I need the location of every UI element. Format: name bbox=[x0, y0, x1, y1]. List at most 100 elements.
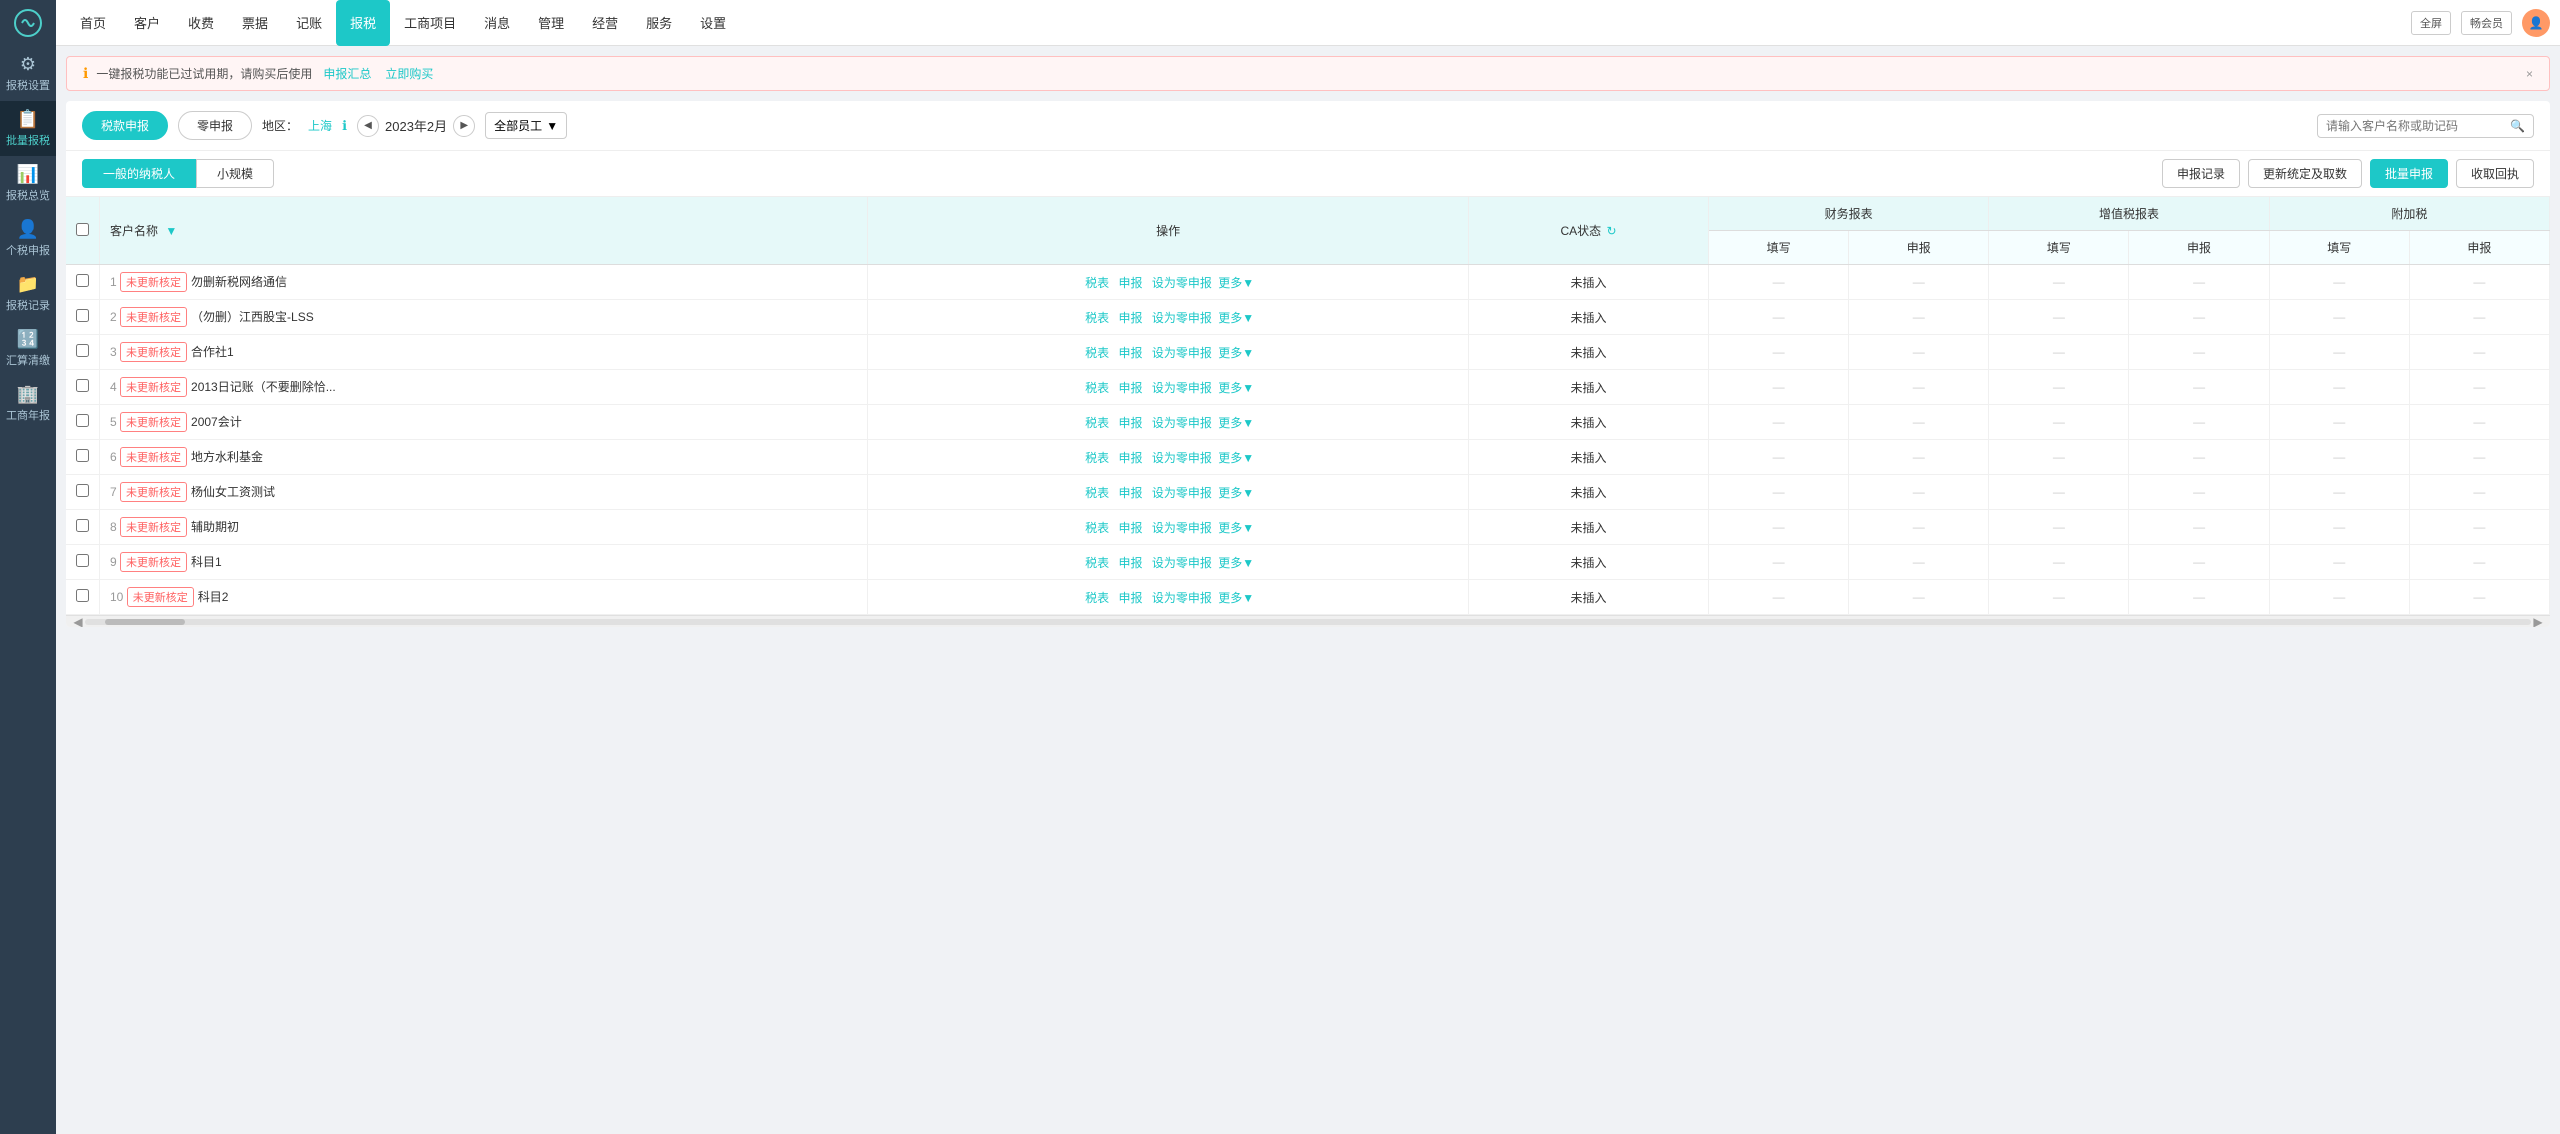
scrollbar-track[interactable] bbox=[85, 619, 2531, 625]
row-checkbox[interactable] bbox=[76, 519, 89, 532]
op-btn-1[interactable]: 申报 bbox=[1119, 591, 1143, 605]
select-all-checkbox[interactable] bbox=[76, 223, 89, 236]
op-btn-0[interactable]: 税表 bbox=[1085, 591, 1109, 605]
date-next-button[interactable]: ▶ bbox=[453, 115, 475, 137]
nav-biz[interactable]: 工商项目 bbox=[390, 0, 470, 46]
val-cell-1: — bbox=[1849, 335, 1989, 370]
avatar[interactable]: 👤 bbox=[2522, 9, 2550, 37]
ca-refresh-icon[interactable]: ↻ bbox=[1607, 224, 1617, 238]
op-btn-0[interactable]: 税表 bbox=[1085, 381, 1109, 395]
row-checkbox[interactable] bbox=[76, 309, 89, 322]
op-btn-2[interactable]: 设为零申报 bbox=[1152, 381, 1212, 395]
op-btn-1[interactable]: 申报 bbox=[1119, 346, 1143, 360]
op-btn-1[interactable]: 申报 bbox=[1119, 416, 1143, 430]
row-checkbox[interactable] bbox=[76, 274, 89, 287]
update-button[interactable]: 更新统定及取数 bbox=[2248, 159, 2362, 188]
nav-home[interactable]: 首页 bbox=[66, 0, 120, 46]
op-btn-0[interactable]: 税表 bbox=[1085, 451, 1109, 465]
records-button[interactable]: 申报记录 bbox=[2162, 159, 2240, 188]
row-checkbox[interactable] bbox=[76, 449, 89, 462]
nav-account[interactable]: 记账 bbox=[282, 0, 336, 46]
row-checkbox[interactable] bbox=[76, 589, 89, 602]
op-btn-2[interactable]: 设为零申报 bbox=[1152, 556, 1212, 570]
op-btn-0[interactable]: 税表 bbox=[1085, 276, 1109, 290]
nav-tax[interactable]: 报税 bbox=[336, 0, 390, 46]
scrollbar-thumb[interactable] bbox=[105, 619, 185, 625]
tab-zero-declare[interactable]: 零申报 bbox=[178, 111, 252, 140]
more-button[interactable]: 更多▼ bbox=[1218, 346, 1254, 360]
upgrade-button[interactable]: 畅会员 bbox=[2461, 11, 2512, 35]
tab-general-taxpayer[interactable]: 一般的纳税人 bbox=[82, 159, 196, 188]
retrieve-button[interactable]: 收取回执 bbox=[2456, 159, 2534, 188]
op-btn-0[interactable]: 税表 bbox=[1085, 521, 1109, 535]
sidebar-item-batch-tax[interactable]: 📋 批量报税 bbox=[0, 101, 56, 156]
nav-manage[interactable]: 管理 bbox=[524, 0, 578, 46]
date-prev-button[interactable]: ◀ bbox=[357, 115, 379, 137]
op-btn-2[interactable]: 设为零申报 bbox=[1152, 521, 1212, 535]
op-btn-1[interactable]: 申报 bbox=[1119, 486, 1143, 500]
row-checkbox[interactable] bbox=[76, 484, 89, 497]
batch-declare-button[interactable]: 批量申报 bbox=[2370, 159, 2448, 188]
th-fill-1: 填写 bbox=[1709, 231, 1849, 265]
nav-client[interactable]: 客户 bbox=[120, 0, 174, 46]
search-input[interactable] bbox=[2326, 119, 2506, 133]
op-btn-2[interactable]: 设为零申报 bbox=[1152, 451, 1212, 465]
sidebar-item-biz-report[interactable]: 🏢 工商年报 bbox=[0, 376, 56, 431]
more-button[interactable]: 更多▼ bbox=[1218, 416, 1254, 430]
nav-service[interactable]: 服务 bbox=[632, 0, 686, 46]
sidebar-item-tax-settings[interactable]: ⚙ 报税设置 bbox=[0, 46, 56, 101]
op-btn-1[interactable]: 申报 bbox=[1119, 276, 1143, 290]
sidebar-item-tax-overview[interactable]: 📊 报税总览 bbox=[0, 156, 56, 211]
row-checkbox[interactable] bbox=[76, 554, 89, 567]
more-button[interactable]: 更多▼ bbox=[1218, 486, 1254, 500]
op-btn-1[interactable]: 申报 bbox=[1119, 451, 1143, 465]
more-button[interactable]: 更多▼ bbox=[1218, 381, 1254, 395]
more-button[interactable]: 更多▼ bbox=[1218, 311, 1254, 325]
dept-select[interactable]: 全部员工 ▼ bbox=[485, 112, 567, 139]
row-num: 8 bbox=[110, 520, 117, 534]
op-btn-1[interactable]: 申报 bbox=[1119, 381, 1143, 395]
op-btn-1[interactable]: 申报 bbox=[1119, 311, 1143, 325]
sidebar-item-personal-tax[interactable]: 👤 个税申报 bbox=[0, 211, 56, 266]
nav-message[interactable]: 消息 bbox=[470, 0, 524, 46]
op-btn-2[interactable]: 设为零申报 bbox=[1152, 416, 1212, 430]
notice-link2[interactable]: 立即购买 bbox=[385, 65, 433, 82]
op-btn-2[interactable]: 设为零申报 bbox=[1152, 276, 1212, 290]
notice-close-button[interactable]: × bbox=[2526, 67, 2533, 81]
op-btn-1[interactable]: 申报 bbox=[1119, 556, 1143, 570]
row-checkbox[interactable] bbox=[76, 414, 89, 427]
scroll-right-button[interactable]: ▶ bbox=[2531, 615, 2545, 628]
nav-invoice[interactable]: 票据 bbox=[228, 0, 282, 46]
op-btn-2[interactable]: 设为零申报 bbox=[1152, 346, 1212, 360]
op-btn-0[interactable]: 税表 bbox=[1085, 486, 1109, 500]
nav-settings[interactable]: 设置 bbox=[686, 0, 740, 46]
tab-small-scale[interactable]: 小规模 bbox=[196, 159, 274, 188]
row-checkbox[interactable] bbox=[76, 379, 89, 392]
search-icon[interactable]: 🔍 bbox=[2510, 119, 2525, 133]
more-button[interactable]: 更多▼ bbox=[1218, 521, 1254, 535]
sidebar-item-calc-clear[interactable]: 🔢 汇算清缴 bbox=[0, 321, 56, 376]
horizontal-scrollbar[interactable]: ◀ ▶ bbox=[66, 615, 2550, 627]
notice-link1[interactable]: 申报汇总 bbox=[323, 65, 371, 82]
more-button[interactable]: 更多▼ bbox=[1218, 276, 1254, 290]
op-btn-0[interactable]: 税表 bbox=[1085, 556, 1109, 570]
nav-collect[interactable]: 收费 bbox=[174, 0, 228, 46]
tab-tax-declare[interactable]: 税款申报 bbox=[82, 111, 168, 140]
op-btn-0[interactable]: 税表 bbox=[1085, 416, 1109, 430]
info-icon[interactable]: ℹ bbox=[342, 118, 347, 134]
more-button[interactable]: 更多▼ bbox=[1218, 591, 1254, 605]
nav-ops[interactable]: 经营 bbox=[578, 0, 632, 46]
op-btn-2[interactable]: 设为零申报 bbox=[1152, 591, 1212, 605]
scroll-left-button[interactable]: ◀ bbox=[71, 615, 85, 628]
more-button[interactable]: 更多▼ bbox=[1218, 451, 1254, 465]
row-checkbox[interactable] bbox=[76, 344, 89, 357]
sort-icon[interactable]: ▼ bbox=[165, 224, 177, 238]
op-btn-2[interactable]: 设为零申报 bbox=[1152, 311, 1212, 325]
more-button[interactable]: 更多▼ bbox=[1218, 556, 1254, 570]
sidebar-item-tax-records[interactable]: 📁 报税记录 bbox=[0, 266, 56, 321]
fullscreen-button[interactable]: 全屏 bbox=[2411, 11, 2451, 35]
op-btn-0[interactable]: 税表 bbox=[1085, 346, 1109, 360]
op-btn-2[interactable]: 设为零申报 bbox=[1152, 486, 1212, 500]
op-btn-1[interactable]: 申报 bbox=[1119, 521, 1143, 535]
op-btn-0[interactable]: 税表 bbox=[1085, 311, 1109, 325]
